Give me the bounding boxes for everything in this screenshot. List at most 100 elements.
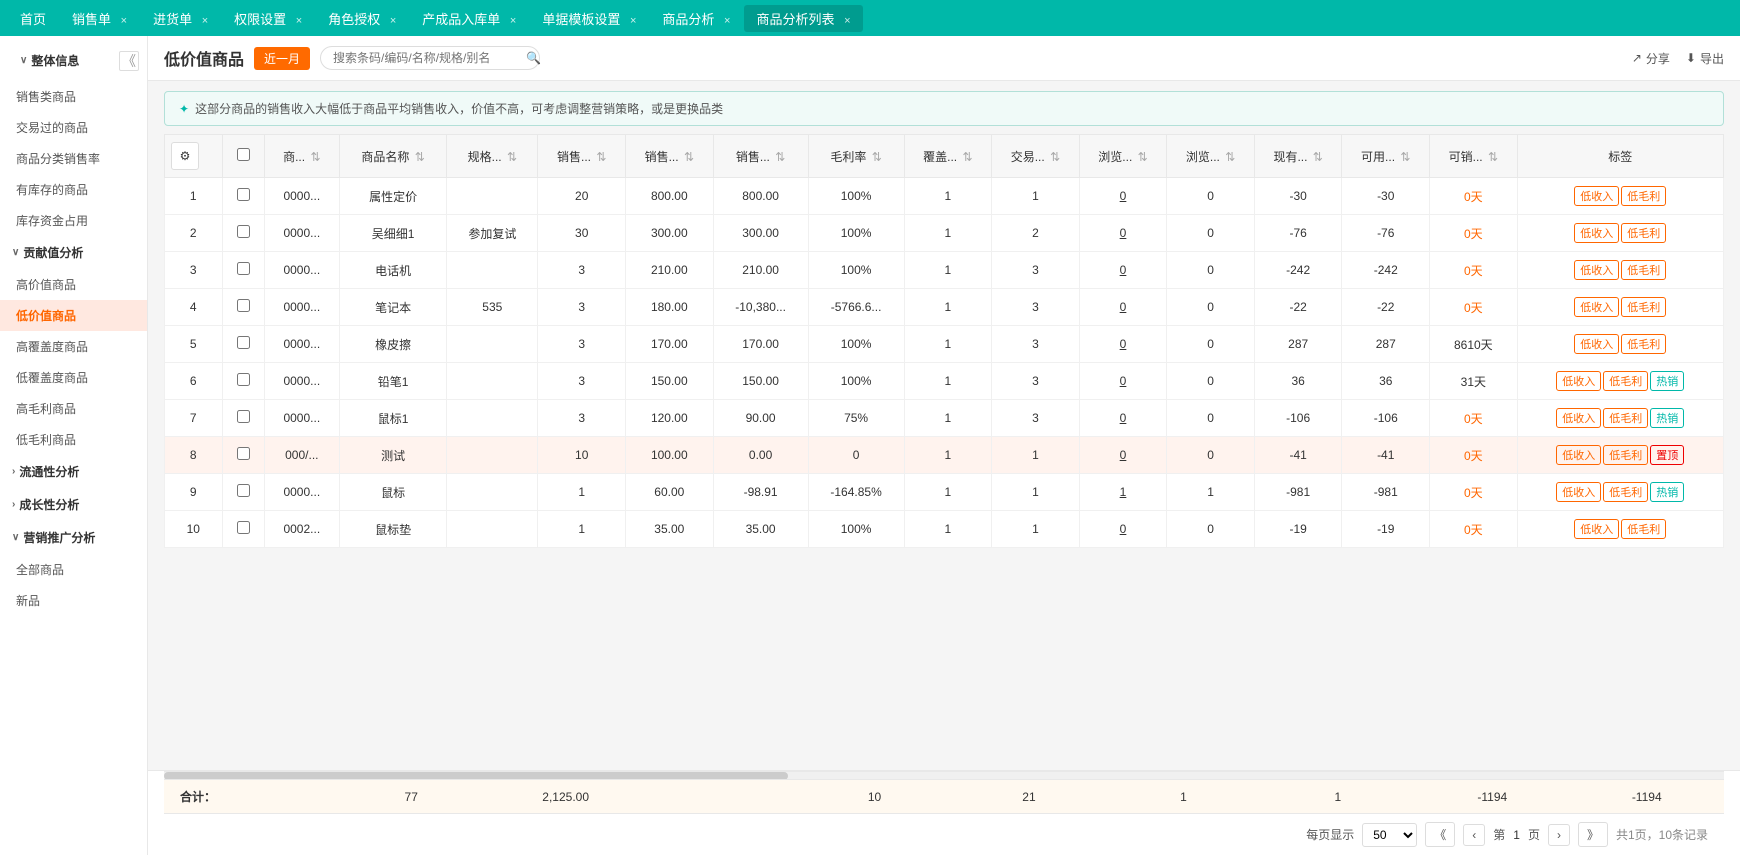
col-sales-amt[interactable]: 销售... ⇅: [626, 135, 714, 178]
export-button[interactable]: ⬇ 导出: [1686, 50, 1724, 67]
col-transactions[interactable]: 交易... ⇅: [992, 135, 1080, 178]
row-checkbox-cell[interactable]: [222, 289, 264, 326]
row-checkbox[interactable]: [237, 188, 250, 201]
sidebar-item-low-coverage[interactable]: 低覆盖度商品: [0, 362, 147, 393]
row-checkbox[interactable]: [237, 299, 250, 312]
first-page-button[interactable]: 《: [1425, 822, 1455, 847]
sidebar-item-new-products[interactable]: 新品: [0, 585, 147, 616]
nav-home[interactable]: 首页: [8, 5, 58, 32]
search-icon[interactable]: 🔍: [526, 51, 541, 65]
col-gross-rate[interactable]: 毛利率 ⇅: [808, 135, 904, 178]
close-icon[interactable]: ×: [121, 15, 127, 27]
nav-sales-order[interactable]: 销售单 ×: [60, 5, 139, 32]
row-checkbox-cell[interactable]: [222, 252, 264, 289]
row-browse1[interactable]: 0: [1079, 511, 1167, 548]
row-checkbox[interactable]: [237, 447, 250, 460]
col-sales-profit[interactable]: 销售... ⇅: [713, 135, 808, 178]
row-browse1[interactable]: 0: [1079, 363, 1167, 400]
browse-link[interactable]: 0: [1120, 374, 1127, 388]
sidebar-item-high-coverage[interactable]: 高覆盖度商品: [0, 331, 147, 362]
browse-link[interactable]: 0: [1120, 522, 1127, 536]
row-checkbox[interactable]: [237, 484, 250, 497]
row-checkbox-cell[interactable]: [222, 178, 264, 215]
nav-permission[interactable]: 权限设置 ×: [222, 5, 314, 32]
row-browse1[interactable]: 0: [1079, 215, 1167, 252]
row-checkbox[interactable]: [237, 410, 250, 423]
col-code[interactable]: 商... ⇅: [264, 135, 339, 178]
prev-page-button[interactable]: ‹: [1463, 824, 1485, 846]
close-icon[interactable]: ×: [630, 15, 636, 27]
search-input[interactable]: [320, 46, 540, 70]
sidebar-item-high-margin[interactable]: 高毛利商品: [0, 393, 147, 424]
sidebar-item-stock-products[interactable]: 有库存的商品: [0, 174, 147, 205]
close-icon[interactable]: ×: [510, 15, 516, 27]
sidebar-item-high-value[interactable]: 高价值商品: [0, 269, 147, 300]
browse-link[interactable]: 0: [1120, 189, 1127, 203]
row-checkbox[interactable]: [237, 521, 250, 534]
col-available[interactable]: 可用... ⇅: [1342, 135, 1430, 178]
sidebar-item-category-sales-rate[interactable]: 商品分类销售率: [0, 143, 147, 174]
close-icon[interactable]: ×: [724, 15, 730, 27]
row-checkbox-cell[interactable]: [222, 363, 264, 400]
sidebar-item-traded-products[interactable]: 交易过的商品: [0, 112, 147, 143]
sidebar-item-all-products[interactable]: 全部商品: [0, 554, 147, 585]
browse-link[interactable]: 0: [1120, 263, 1127, 277]
browse-link[interactable]: 0: [1120, 226, 1127, 240]
row-browse1[interactable]: 0: [1079, 400, 1167, 437]
nav-purchase-order[interactable]: 进货单 ×: [141, 5, 220, 32]
sidebar-group-circulation[interactable]: › 流通性分析: [0, 455, 147, 488]
col-name[interactable]: 商品名称 ⇅: [339, 135, 446, 178]
sidebar-item-sales-products[interactable]: 销售类商品: [0, 81, 147, 112]
close-icon[interactable]: ×: [844, 15, 850, 27]
col-sales-qty[interactable]: 销售... ⇅: [538, 135, 626, 178]
sidebar-item-low-value[interactable]: 低价值商品: [0, 300, 147, 331]
col-spec[interactable]: 规格... ⇅: [447, 135, 538, 178]
row-browse1[interactable]: 0: [1079, 326, 1167, 363]
sidebar-group-contribution[interactable]: ∨ 贡献值分析: [0, 236, 147, 269]
close-icon[interactable]: ×: [296, 15, 302, 27]
nav-product-analysis-list[interactable]: 商品分析列表 ×: [744, 5, 862, 32]
horizontal-scrollbar[interactable]: [164, 771, 1724, 779]
sidebar-collapse-button[interactable]: 《: [119, 51, 139, 71]
per-page-select[interactable]: 50 100: [1362, 823, 1417, 847]
nav-role-auth[interactable]: 角色授权 ×: [316, 5, 408, 32]
row-checkbox-cell[interactable]: [222, 326, 264, 363]
sidebar-group-overall[interactable]: ∨ 整体信息: [8, 44, 91, 77]
browse-link[interactable]: 0: [1120, 448, 1127, 462]
row-checkbox[interactable]: [237, 225, 250, 238]
row-checkbox-cell[interactable]: [222, 215, 264, 252]
filter-month-button[interactable]: 近一月: [254, 47, 310, 70]
last-page-button[interactable]: 》: [1578, 822, 1608, 847]
browse-link[interactable]: 1: [1120, 485, 1127, 499]
browse-link[interactable]: 0: [1120, 337, 1127, 351]
nav-template-setting[interactable]: 单据模板设置 ×: [530, 5, 648, 32]
browse-link[interactable]: 0: [1120, 411, 1127, 425]
close-icon[interactable]: ×: [202, 15, 208, 27]
row-checkbox-cell[interactable]: [222, 511, 264, 548]
col-browse1[interactable]: 浏览... ⇅: [1079, 135, 1167, 178]
sidebar-group-marketing[interactable]: ∨ 营销推广分析: [0, 521, 147, 554]
row-checkbox-cell[interactable]: [222, 400, 264, 437]
col-settings[interactable]: ⚙: [165, 135, 223, 178]
nav-product-analysis[interactable]: 商品分析 ×: [650, 5, 742, 32]
sidebar-item-capital-occupation[interactable]: 库存资金占用: [0, 205, 147, 236]
row-browse1[interactable]: 0: [1079, 437, 1167, 474]
col-stock[interactable]: 现有... ⇅: [1254, 135, 1342, 178]
row-browse1[interactable]: 0: [1079, 252, 1167, 289]
browse-link[interactable]: 0: [1120, 300, 1127, 314]
col-checkbox-header[interactable]: [222, 135, 264, 178]
select-all-checkbox[interactable]: [237, 148, 250, 161]
col-browse2[interactable]: 浏览... ⇅: [1167, 135, 1255, 178]
row-checkbox-cell[interactable]: [222, 437, 264, 474]
row-browse1[interactable]: 0: [1079, 289, 1167, 326]
row-browse1[interactable]: 0: [1079, 178, 1167, 215]
row-checkbox[interactable]: [237, 336, 250, 349]
row-checkbox-cell[interactable]: [222, 474, 264, 511]
next-page-button[interactable]: ›: [1548, 824, 1570, 846]
share-button[interactable]: ↗ 分享: [1632, 50, 1670, 67]
sidebar-item-low-margin[interactable]: 低毛利商品: [0, 424, 147, 455]
sidebar-group-growth[interactable]: › 成长性分析: [0, 488, 147, 521]
col-coverage[interactable]: 覆盖... ⇅: [904, 135, 992, 178]
col-saleable[interactable]: 可销... ⇅: [1430, 135, 1518, 178]
nav-product-storage[interactable]: 产成品入库单 ×: [410, 5, 528, 32]
